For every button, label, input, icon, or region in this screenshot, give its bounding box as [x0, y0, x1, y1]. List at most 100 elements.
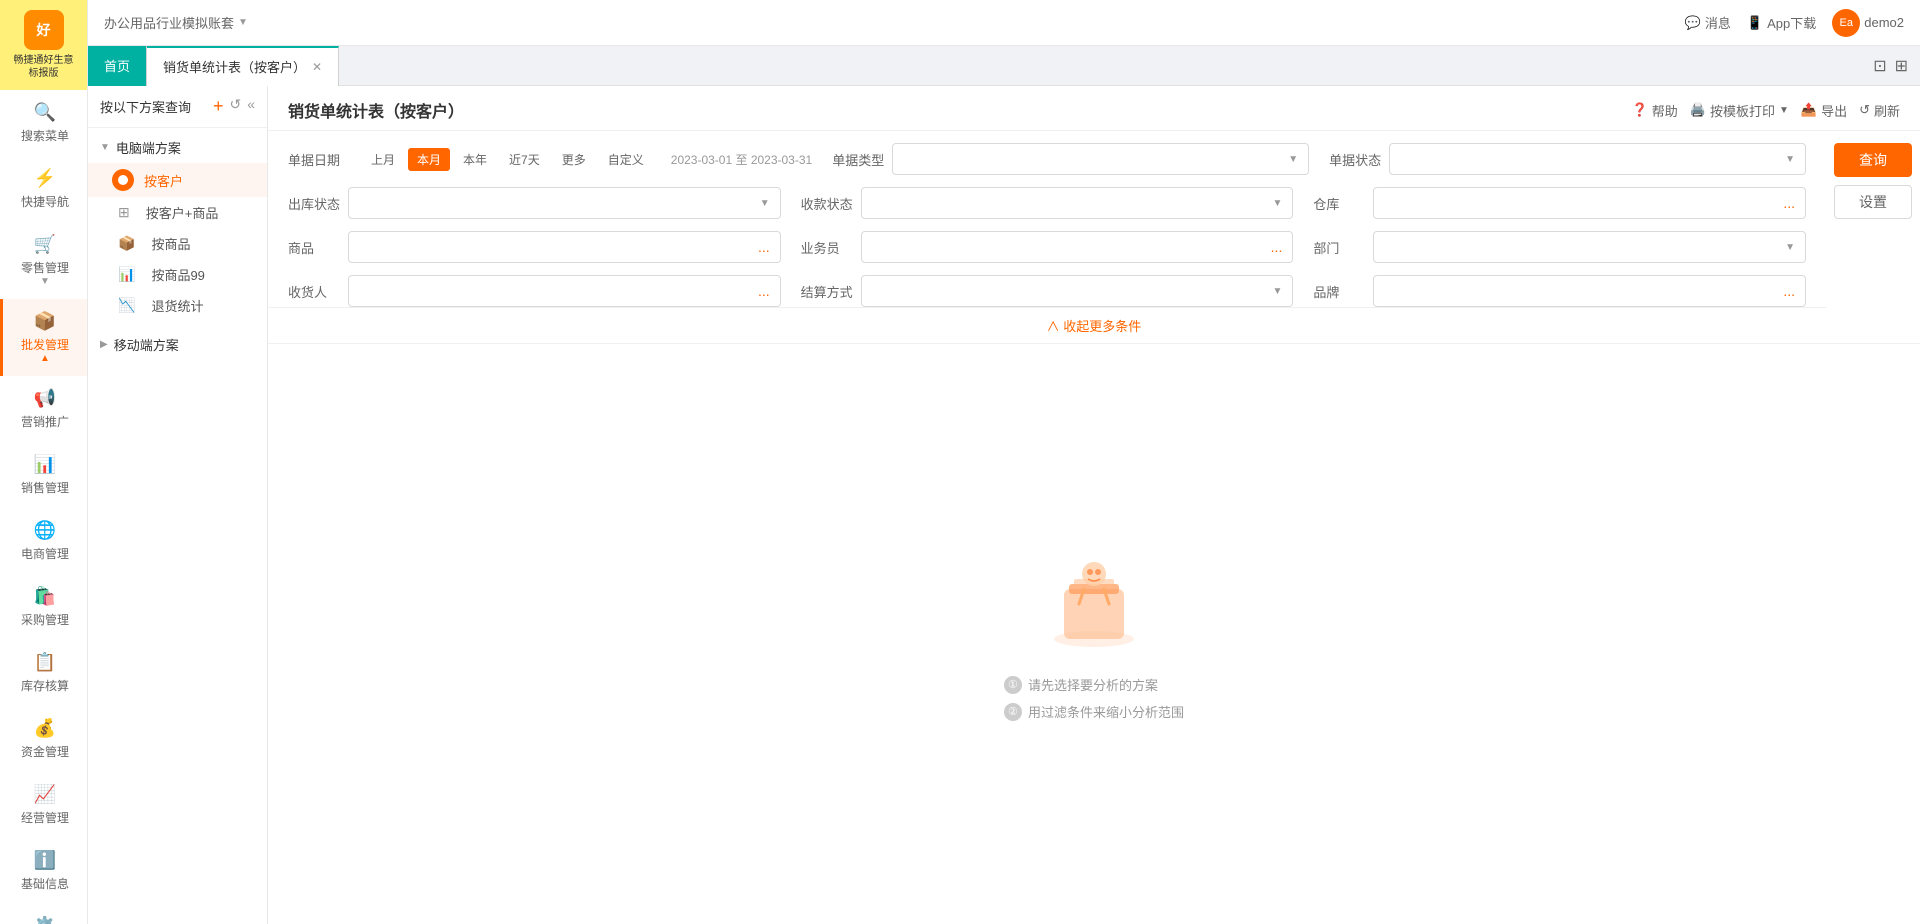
refresh-button[interactable]: ↺ 刷新 [1859, 101, 1900, 120]
setting-button[interactable]: 设置 [1834, 185, 1912, 219]
system-icon: ⚙️ [34, 916, 56, 924]
collapse-panel-button[interactable]: « [247, 96, 255, 117]
left-panel-title: 按以下方案查询 [100, 97, 191, 116]
logo[interactable]: 好 畅捷通好生意 标报版 [0, 0, 87, 90]
scheme-item-icon: 📦 [118, 235, 135, 252]
minimize-icon[interactable]: ⊡ [1873, 56, 1886, 76]
doc-status-control[interactable]: ▼ [1389, 143, 1806, 175]
salesperson-dots[interactable]: ... [1271, 239, 1283, 255]
empty-state: ① 请先选择要分析的方案 ② 用过滤条件来缩小分析范围 [268, 344, 1920, 924]
sidebar-item-sales[interactable]: 📊 销售管理 [0, 442, 87, 508]
collapse-more-bar[interactable]: ∧ 收起更多条件 [268, 308, 1920, 344]
message-label: 消息 [1705, 13, 1731, 32]
tab-sales-stats[interactable]: 销货单统计表（按客户） ✕ [147, 46, 339, 86]
warehouse-dots[interactable]: ... [1783, 195, 1795, 211]
sidebar-item-ecommerce[interactable]: 🌐 电商管理 [0, 508, 87, 574]
scheme-item-label: 按商品99 [151, 265, 204, 284]
sidebar-item-system[interactable]: ⚙️ 系统管理 [0, 904, 87, 924]
date-btn-last-month[interactable]: 上月 [362, 148, 404, 171]
sidebar-item-basics[interactable]: ℹ️ 基础信息 [0, 838, 87, 904]
refresh-scheme-button[interactable]: ↺ [229, 96, 241, 117]
brand-label: 品牌 [1313, 282, 1373, 301]
collection-control[interactable]: ▼ [861, 187, 1294, 219]
sidebar-item-marketing[interactable]: 📢 营销推广 [0, 376, 87, 442]
left-panel-actions: + ↺ « [213, 96, 255, 117]
consignee-dots[interactable]: ... [758, 283, 770, 299]
scheme-item-icon: 📊 [118, 266, 135, 283]
app-download-button[interactable]: 📱 App下载 [1747, 13, 1816, 32]
tab-home[interactable]: 首页 [88, 46, 147, 86]
query-button[interactable]: 查询 [1834, 143, 1912, 177]
template-print-button[interactable]: 🖨️ 按模板打印 ▼ [1690, 101, 1789, 120]
salesperson-control[interactable]: ... [861, 231, 1294, 263]
print-dropdown-icon: ▼ [1779, 105, 1789, 116]
app-download-label: App下载 [1767, 13, 1816, 32]
scheme-item-label: 退货统计 [151, 296, 203, 315]
scheme-item-return-stats[interactable]: 📉 退货统计 [88, 290, 267, 321]
date-btn-this-month[interactable]: 本月 [408, 148, 450, 171]
warehouse-control[interactable]: ... [1373, 187, 1806, 219]
sidebar-item-inventory[interactable]: 📋 库存核算 [0, 640, 87, 706]
sidebar-item-operations[interactable]: 📈 经营管理 [0, 772, 87, 838]
tip-num-1: ① [1004, 676, 1022, 694]
brand-control[interactable]: ... [1373, 275, 1806, 307]
tab-sales-stats-label: 销货单统计表（按客户） [163, 57, 306, 76]
scheme-item-by-customer[interactable]: 按客户 [88, 163, 267, 197]
template-print-label: 按模板打印 [1710, 101, 1775, 120]
doc-type-control[interactable]: ▼ [892, 143, 1309, 175]
user-profile[interactable]: Ea demo2 [1832, 9, 1904, 37]
date-shortcuts: 上月 本月 本年 近7天 更多 自定义 [362, 148, 653, 171]
scheme-item-by-customer-goods[interactable]: ⊞ 按客户+商品 [88, 197, 267, 228]
department-control[interactable]: ▼ [1373, 231, 1806, 263]
goods-dots[interactable]: ... [758, 239, 770, 255]
message-button[interactable]: 💬 消息 [1685, 13, 1731, 32]
scheme-group-desktop-header[interactable]: ▼ 电脑端方案 [88, 132, 267, 163]
sidebar-item-purchase[interactable]: 🛍️ 采购管理 [0, 574, 87, 640]
scheme-item-icon: 📉 [118, 297, 135, 314]
settlement-control[interactable]: ▼ [861, 275, 1294, 307]
help-button[interactable]: ❓ 帮助 [1632, 101, 1678, 120]
date-btn-this-year[interactable]: 本年 [454, 148, 496, 171]
wholesale-icon: 📦 [34, 311, 56, 332]
marketing-icon: 📢 [34, 388, 56, 409]
collection-label: 收款状态 [801, 194, 861, 213]
sidebar-item-search[interactable]: 🔍 搜索菜单 [0, 90, 87, 156]
date-btn-more[interactable]: 更多 [553, 148, 595, 171]
scheme-group-desktop: ▼ 电脑端方案 按客户 ⊞ 按客户+商品 📦 按商品 [88, 128, 267, 325]
filter-section: 单据日期 上月 本月 本年 近7天 更多 自定义 2023-03-01 至 20… [268, 131, 1826, 308]
sidebar-item-label: 零售管理 [21, 259, 69, 276]
page-actions: ❓ 帮助 🖨️ 按模板打印 ▼ 📤 导出 ↺ 刷新 [1632, 101, 1900, 120]
add-scheme-button[interactable]: + [213, 96, 224, 117]
date-btn-custom[interactable]: 自定义 [599, 148, 653, 171]
maximize-icon[interactable]: ⊞ [1895, 56, 1908, 76]
scheme-group-mobile-label: 移动端方案 [114, 335, 179, 354]
export-icon: 📤 [1801, 102, 1817, 118]
scheme-item-by-goods99[interactable]: 📊 按商品99 [88, 259, 267, 290]
brand-dots[interactable]: ... [1783, 283, 1795, 299]
company-selector[interactable]: 办公用品行业模拟账套 ▼ [104, 13, 248, 32]
scheme-item-by-goods[interactable]: 📦 按商品 [88, 228, 267, 259]
export-button[interactable]: 📤 导出 [1801, 101, 1847, 120]
sidebar-item-quick-nav[interactable]: ⚡ 快捷导航 [0, 156, 87, 222]
tab-maximize-area: ⊡ ⊞ [1861, 56, 1920, 76]
header-left: 办公用品行业模拟账套 ▼ [104, 13, 248, 32]
sidebar-item-wholesale[interactable]: 📦 批发管理 ▲ [0, 299, 87, 376]
consignee-control[interactable]: ... [348, 275, 781, 307]
company-name: 办公用品行业模拟账套 [104, 13, 234, 32]
sidebar-item-retail[interactable]: 🛒 零售管理 ▼ [0, 222, 87, 299]
settlement-dropdown-icon: ▼ [1272, 286, 1282, 297]
sidebar-item-finance[interactable]: 💰 资金管理 [0, 706, 87, 772]
date-btn-7days[interactable]: 近7天 [500, 148, 549, 171]
scheme-group-mobile-header[interactable]: ▶ 移动端方案 [88, 329, 267, 360]
filter-consignee: 收货人 ... [288, 275, 781, 307]
sidebar-item-label: 电商管理 [21, 545, 69, 562]
goods-control[interactable]: ... [348, 231, 781, 263]
tab-close-icon[interactable]: ✕ [312, 60, 322, 74]
finance-icon: 💰 [34, 718, 56, 739]
page-title: 销货单统计表（按客户） [288, 98, 464, 122]
sidebar-item-label: 搜索菜单 [21, 127, 69, 144]
sidebar-item-label: 快捷导航 [21, 193, 69, 210]
doc-status-dropdown-icon: ▼ [1785, 154, 1795, 165]
settlement-label: 结算方式 [801, 282, 861, 301]
outbound-control[interactable]: ▼ [348, 187, 781, 219]
